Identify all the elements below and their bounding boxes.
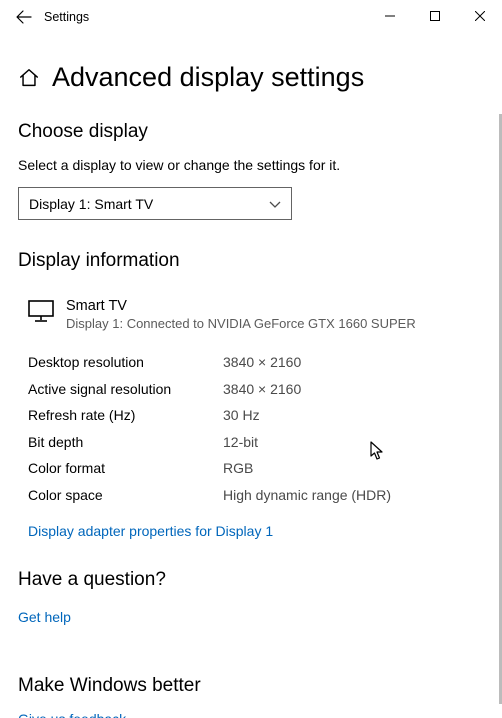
choose-display-description: Select a display to view or change the s…	[18, 157, 484, 173]
title-bar: Settings	[0, 0, 502, 34]
prop-label: Refresh rate (Hz)	[28, 402, 223, 429]
prop-label: Bit depth	[28, 429, 223, 456]
display-properties-table: Desktop resolution 3840 × 2160 Active si…	[18, 349, 484, 509]
back-button[interactable]	[8, 1, 40, 33]
table-row: Refresh rate (Hz) 30 Hz	[28, 402, 484, 429]
maximize-button[interactable]	[412, 0, 457, 32]
prop-value: RGB	[223, 455, 253, 482]
get-help-link[interactable]: Get help	[18, 609, 71, 625]
prop-value: 3840 × 2160	[223, 376, 301, 403]
back-arrow-icon	[16, 9, 32, 25]
window-controls	[367, 0, 502, 32]
choose-display-heading: Choose display	[18, 121, 484, 143]
feedback-heading: Make Windows better	[18, 675, 484, 697]
window-title: Settings	[44, 10, 89, 24]
question-heading: Have a question?	[18, 569, 484, 591]
prop-value: 30 Hz	[223, 402, 260, 429]
prop-value: 12-bit	[223, 429, 258, 456]
give-feedback-link[interactable]: Give us feedback	[18, 711, 126, 718]
table-row: Color space High dynamic range (HDR)	[28, 482, 484, 509]
minimize-icon	[385, 11, 395, 21]
display-select-value: Display 1: Smart TV	[29, 196, 153, 212]
prop-value: 3840 × 2160	[223, 349, 301, 376]
prop-label: Color space	[28, 482, 223, 509]
prop-label: Color format	[28, 455, 223, 482]
close-button[interactable]	[457, 0, 502, 32]
display-info-heading: Display information	[18, 250, 484, 272]
chevron-down-icon	[269, 198, 281, 210]
home-icon[interactable]	[18, 67, 40, 89]
page-title: Advanced display settings	[52, 62, 364, 93]
maximize-icon	[430, 11, 440, 21]
device-name: Smart TV	[66, 298, 416, 314]
display-adapter-link[interactable]: Display adapter properties for Display 1	[18, 523, 273, 539]
display-select-dropdown[interactable]: Display 1: Smart TV	[18, 187, 292, 220]
table-row: Active signal resolution 3840 × 2160	[28, 376, 484, 403]
table-row: Desktop resolution 3840 × 2160	[28, 349, 484, 376]
prop-value: High dynamic range (HDR)	[223, 482, 391, 509]
device-detail: Display 1: Connected to NVIDIA GeForce G…	[66, 316, 416, 331]
monitor-icon	[28, 300, 54, 322]
prop-label: Active signal resolution	[28, 376, 223, 403]
table-row: Color format RGB	[28, 455, 484, 482]
prop-label: Desktop resolution	[28, 349, 223, 376]
content-area: Advanced display settings Choose display…	[0, 34, 502, 718]
close-icon	[475, 11, 485, 21]
minimize-button[interactable]	[367, 0, 412, 32]
table-row: Bit depth 12-bit	[28, 429, 484, 456]
device-block: Smart TV Display 1: Connected to NVIDIA …	[18, 298, 484, 331]
page-header: Advanced display settings	[18, 62, 484, 93]
